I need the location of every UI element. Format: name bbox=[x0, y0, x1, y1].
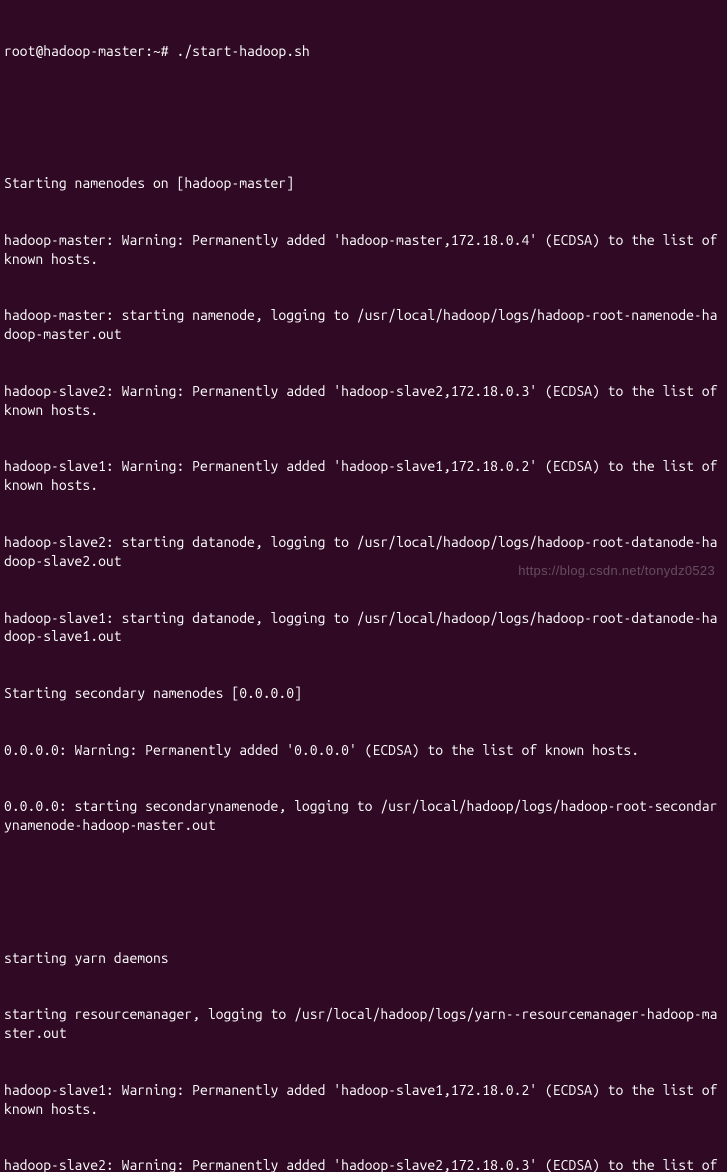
output-line: Starting secondary namenodes [0.0.0.0] bbox=[4, 684, 723, 703]
output-line: hadoop-slave1: starting datanode, loggin… bbox=[4, 609, 723, 647]
output-line: hadoop-slave1: Warning: Permanently adde… bbox=[4, 457, 723, 495]
command-text: ./start-hadoop.sh bbox=[176, 43, 309, 59]
output-line: 0.0.0.0: starting secondarynamenode, log… bbox=[4, 797, 723, 835]
watermark-text: https://blog.csdn.net/tonydz0523 bbox=[518, 562, 715, 580]
output-line: starting resourcemanager, logging to /us… bbox=[4, 1005, 723, 1043]
terminal-output: root@hadoop-master:~# ./start-hadoop.sh … bbox=[4, 4, 723, 1172]
output-line: hadoop-master: Warning: Permanently adde… bbox=[4, 231, 723, 269]
output-line: starting yarn daemons bbox=[4, 949, 723, 968]
output-line: hadoop-slave2: Warning: Permanently adde… bbox=[4, 1156, 723, 1172]
output-line: Starting namenodes on [hadoop-master] bbox=[4, 174, 723, 193]
output-line: hadoop-master: starting namenode, loggin… bbox=[4, 306, 723, 344]
output-line: 0.0.0.0: Warning: Permanently added '0.0… bbox=[4, 741, 723, 760]
output-line: hadoop-slave2: Warning: Permanently adde… bbox=[4, 382, 723, 420]
output-line: hadoop-slave1: Warning: Permanently adde… bbox=[4, 1081, 723, 1119]
shell-prompt: root@hadoop-master:~# bbox=[4, 43, 176, 59]
